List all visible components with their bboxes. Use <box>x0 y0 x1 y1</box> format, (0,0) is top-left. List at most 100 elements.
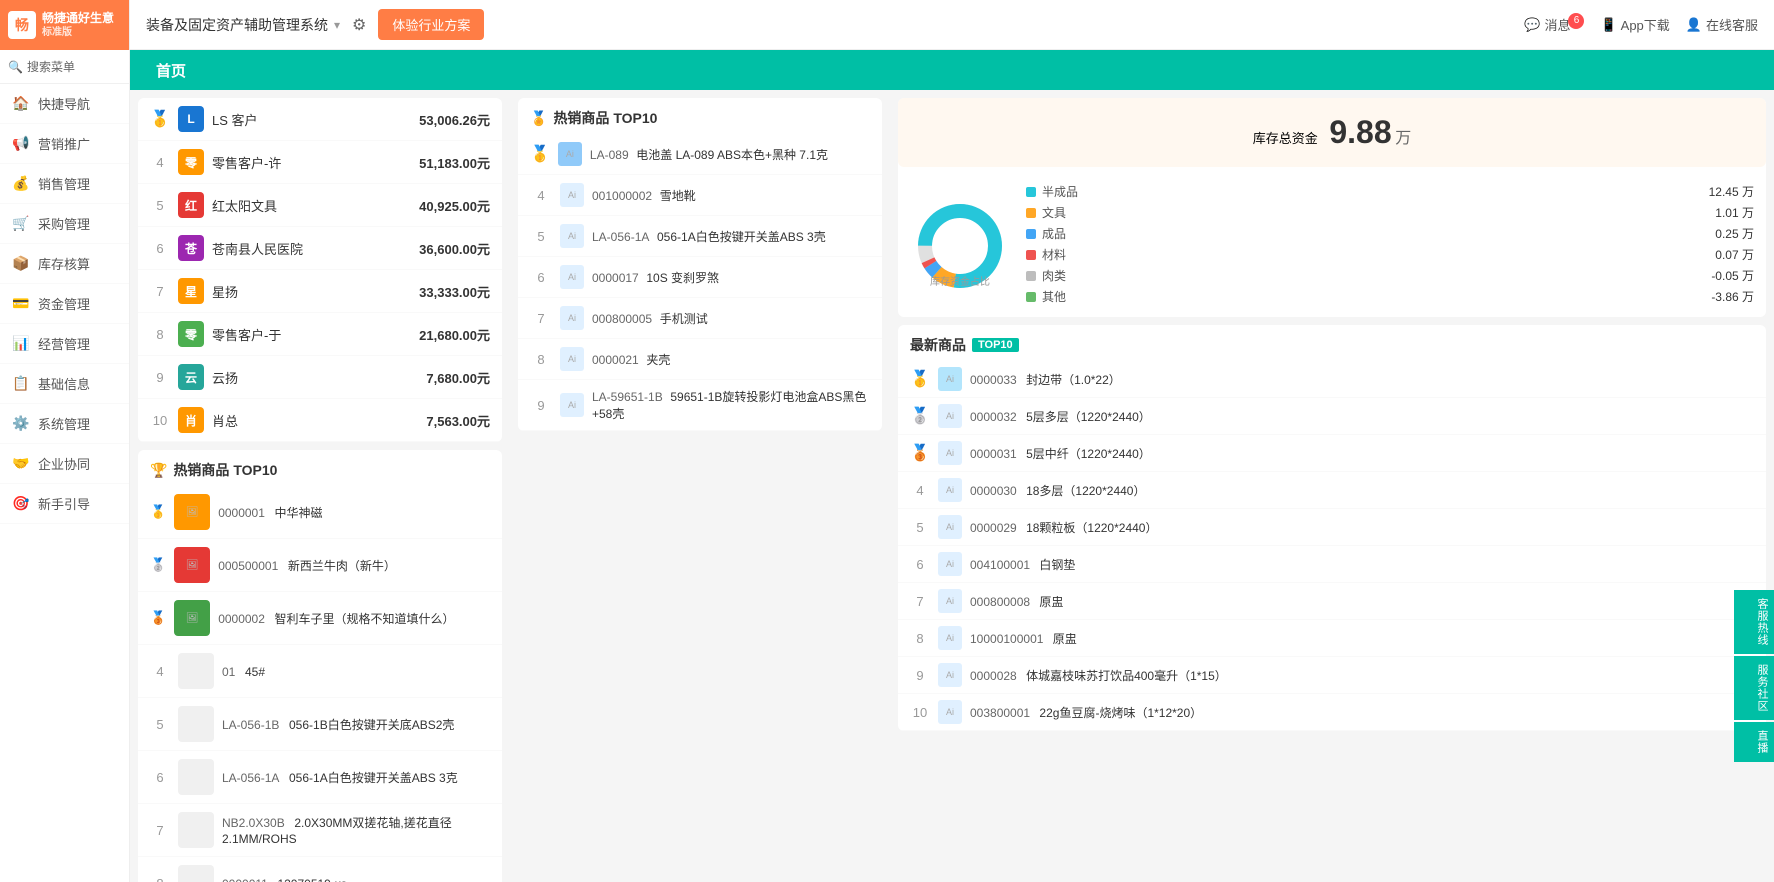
sidebar-item-guide[interactable]: 🎯 新手引导 <box>0 484 129 524</box>
sidebar-item-system[interactable]: ⚙️ 系统管理 <box>0 404 129 444</box>
list-item: 5 Ai LA-056-1A 056-1A白色按键开关盖ABS 3壳 <box>518 216 882 257</box>
finance-icon: 💳 <box>12 295 30 313</box>
system-dropdown-arrow[interactable]: ▾ <box>334 18 340 32</box>
legend-item: 材料 0.07 万 <box>1026 246 1754 263</box>
rank-number: 🥇 <box>150 109 170 129</box>
trophy-icon: 🏆 <box>150 462 167 479</box>
hot-products-card: 🏆 热销商品 TOP10 🥇 🖼 0000001 中华神磁 🥈 🖼 <box>138 450 502 882</box>
product-thumbnail: 🖼 <box>174 600 210 636</box>
rank-number: 4 <box>150 664 170 679</box>
sidebar-item-corp[interactable]: 🤝 企业协同 <box>0 444 129 484</box>
marketing-icon: 📢 <box>12 135 30 153</box>
rank-number: 7 <box>150 823 170 838</box>
inventory-icon: 📦 <box>12 255 30 273</box>
table-row: 6 苍 苍南县人民医院 36,600.00元 <box>138 227 502 270</box>
float-btn-live[interactable]: 直播 <box>1734 722 1774 762</box>
right-panel: 库存总资金 9.88 万 <box>890 90 1774 882</box>
online-service-button[interactable]: 👤 在线客服 <box>1686 15 1758 34</box>
product-thumbnail: Ai <box>560 224 584 248</box>
list-item: 🥈 Ai 0000032 5层多层（1220*2440） <box>898 398 1766 435</box>
app-download-button[interactable]: 📱 App下载 <box>1600 15 1669 34</box>
sidebar-item-base[interactable]: 📋 基础信息 <box>0 364 129 404</box>
purchase-icon: 🛒 <box>12 215 30 233</box>
page-title: 首页 <box>146 60 196 81</box>
experience-button[interactable]: 体验行业方案 <box>378 9 484 40</box>
message-button[interactable]: 💬 消息 6 <box>1524 15 1584 34</box>
sidebar-item-finance[interactable]: 💳 资金管理 <box>0 284 129 324</box>
product-thumbnail: Ai <box>938 700 962 724</box>
list-item: 7 Ai 000800005 手机测试 <box>518 298 882 339</box>
product-info: 000800005 手机测试 <box>592 310 870 327</box>
sidebar: 畅 畅捷通好生意 标准版 🔍 搜索菜单 🏠 快捷导航 📢 营销推广 💰 销售管理… <box>0 0 130 882</box>
service-icon: 👤 <box>1686 17 1702 33</box>
product-info: 001000002 雪地靴 <box>592 187 870 204</box>
list-item: 🥉 🖼 0000002 智利车子里（规格不知道填什么） <box>138 592 502 645</box>
operation-icon: 📊 <box>12 335 30 353</box>
avatar: 苍 <box>178 235 204 261</box>
list-item: 9 Ai LA-59651-1B 59651-1B旋转投影灯电池盒ABS黑色+5… <box>518 380 882 431</box>
sidebar-item-purchase[interactable]: 🛒 采购管理 <box>0 204 129 244</box>
list-item: 🥈 🖼 000500001 新西兰牛肉（新牛） <box>138 539 502 592</box>
new-products-title: 最新商品 TOP10 <box>898 325 1766 361</box>
product-info: 0000017 10S 变刹罗煞 <box>592 269 870 286</box>
product-thumbnail: Ai <box>938 367 962 391</box>
sidebar-item-marketing[interactable]: 📢 营销推广 <box>0 124 129 164</box>
product-thumbnail: Ai <box>938 515 962 539</box>
list-item: 4 Ai 001000002 雪地靴 <box>518 175 882 216</box>
product-info: 0000011 12070519-xs <box>222 876 490 882</box>
list-item: 6 Ai 004100001 白钢垫 <box>898 546 1766 583</box>
sidebar-item-inventory[interactable]: 📦 库存核算 <box>0 244 129 284</box>
rank-number: 8 <box>910 631 930 646</box>
app-icon: 📱 <box>1600 17 1616 33</box>
product-info: NB2.0X30B 2.0X30MM双搓花轴,搓花直径2.1MM/ROHS <box>222 814 490 846</box>
rank-number: 6 <box>150 770 170 785</box>
rank-number: 5 <box>530 229 552 244</box>
search-menu[interactable]: 🔍 搜索菜单 <box>0 50 129 84</box>
rank-number: 6 <box>910 557 930 572</box>
rank-number: 9 <box>530 398 552 413</box>
sidebar-logo: 畅 畅捷通好生意 标准版 <box>0 0 129 50</box>
legend-color <box>1026 208 1036 218</box>
list-item: 9 Ai 0000028 体城嘉枝味苏打饮品400毫升（1*15） <box>898 657 1766 694</box>
list-item: 4 Ai 0000030 18多层（1220*2440） <box>898 472 1766 509</box>
sidebar-item-operation[interactable]: 📊 经营管理 <box>0 324 129 364</box>
avatar: 红 <box>178 192 204 218</box>
rank-number: 5 <box>150 198 170 213</box>
product-info: 0000021 夹壳 <box>592 351 870 368</box>
donut-chart: 库存资金占比 <box>910 196 1010 296</box>
new-products-card: 最新商品 TOP10 🥇 Ai 0000033 封边带（1.0*22） 🥈 Ai… <box>898 325 1766 731</box>
hot-products-title: 🏆 热销商品 TOP10 <box>138 450 502 486</box>
float-btn-service[interactable]: 客服热线 <box>1734 590 1774 654</box>
logo-icon: 畅 <box>8 11 36 39</box>
donut-legend: 半成品 12.45 万 文具 1.01 万 成品 0.25 万 <box>1026 183 1754 309</box>
rank-number: 7 <box>910 594 930 609</box>
avatar: 零 <box>178 321 204 347</box>
sidebar-item-home[interactable]: 🏠 快捷导航 <box>0 84 129 124</box>
settings-icon[interactable]: ⚙ <box>352 15 366 35</box>
sidebar-item-sales[interactable]: 💰 销售管理 <box>0 164 129 204</box>
list-item: 10 Ai 003800001 22g鱼豆腐-烧烤味（1*12*20） <box>898 694 1766 731</box>
list-item: 🥇 🖼 0000001 中华神磁 <box>138 486 502 539</box>
middle-panel: 🏅 热销商品 TOP10 🥇 Ai LA-089 电池盖 LA-089 ABS本… <box>510 90 890 882</box>
sales-icon: 💰 <box>12 175 30 193</box>
legend-item: 肉类 -0.05 万 <box>1026 267 1754 284</box>
page-header: 首页 <box>130 50 1774 90</box>
sidebar-nav: 🏠 快捷导航 📢 营销推广 💰 销售管理 🛒 采购管理 📦 库存核算 💳 资金管… <box>0 84 129 524</box>
product-thumbnail <box>178 865 214 882</box>
rank-number: 5 <box>150 717 170 732</box>
base-icon: 📋 <box>12 375 30 393</box>
float-btn-community[interactable]: 服务社区 <box>1734 656 1774 720</box>
main-content: 装备及固定资产辅助管理系统 ▾ ⚙ 体验行业方案 💬 消息 6 📱 App下载 … <box>130 0 1774 882</box>
legend-color <box>1026 271 1036 281</box>
product-thumbnail <box>178 759 214 795</box>
product-thumbnail <box>178 812 214 848</box>
product-thumbnail: 🖼 <box>174 494 210 530</box>
rank-icon: 🥉 <box>150 610 166 626</box>
rank-number: 10 <box>150 413 170 428</box>
chart-label: 库存资金占比 <box>910 273 1010 288</box>
topbar: 装备及固定资产辅助管理系统 ▾ ⚙ 体验行业方案 💬 消息 6 📱 App下载 … <box>130 0 1774 50</box>
rank-number: 9 <box>910 668 930 683</box>
list-item: 7 NB2.0X30B 2.0X30MM双搓花轴,搓花直径2.1MM/ROHS <box>138 804 502 857</box>
product-thumbnail: Ai <box>558 142 582 166</box>
rank-number: 6 <box>530 270 552 285</box>
